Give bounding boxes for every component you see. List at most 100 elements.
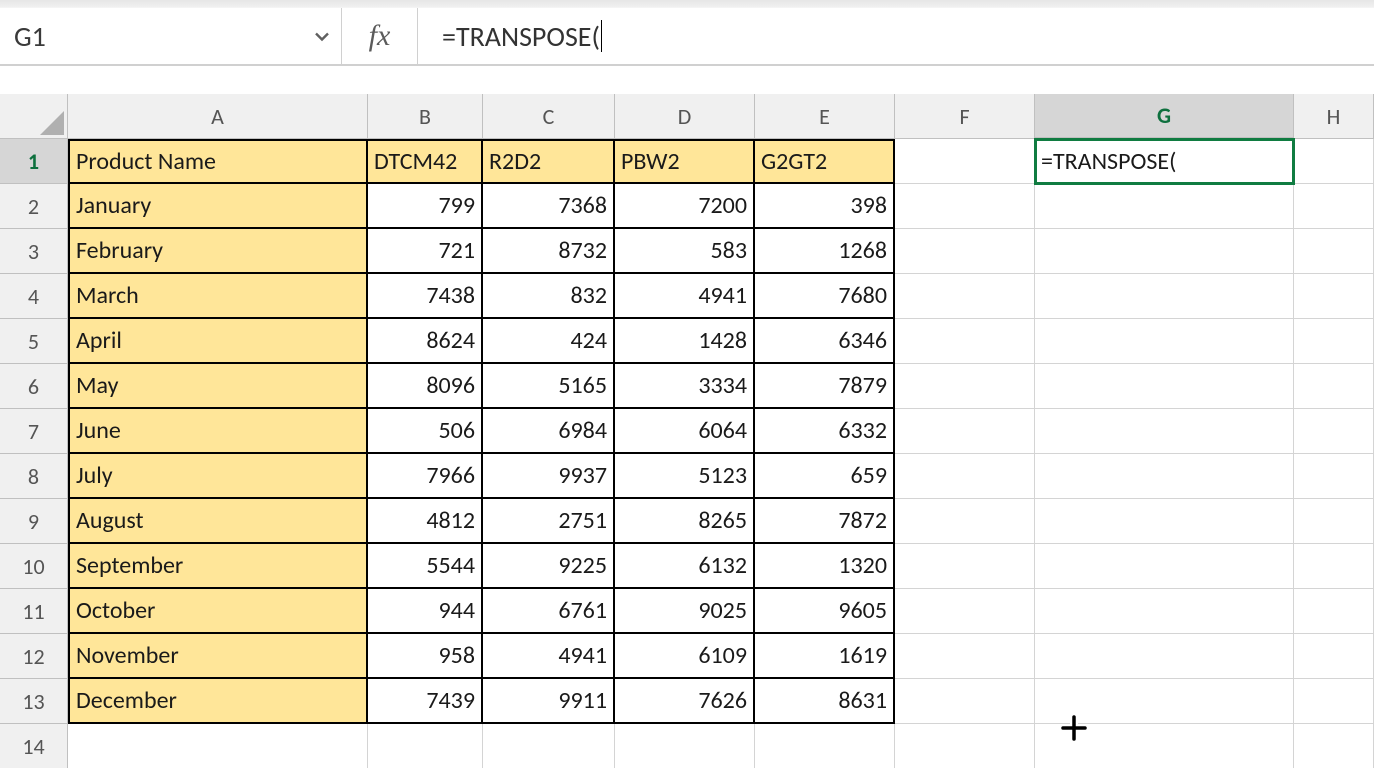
value-december-DTCM42[interactable]: 7439	[368, 679, 483, 724]
value-june-G2GT2[interactable]: 6332	[755, 409, 895, 454]
value-march-PBW2[interactable]: 4941	[615, 274, 755, 319]
cell-F12[interactable]	[895, 634, 1035, 679]
month-december[interactable]: December	[68, 679, 368, 724]
value-june-R2D2[interactable]: 6984	[483, 409, 615, 454]
cell-F1[interactable]	[895, 139, 1035, 184]
name-box-dropdown-icon[interactable]	[313, 19, 331, 54]
value-december-PBW2[interactable]: 7626	[615, 679, 755, 724]
value-october-DTCM42[interactable]: 944	[368, 589, 483, 634]
row-header-14[interactable]: 14	[0, 724, 68, 768]
month-september[interactable]: September	[68, 544, 368, 589]
cell-G4[interactable]	[1035, 274, 1294, 319]
value-july-R2D2[interactable]: 9937	[483, 454, 615, 499]
value-september-DTCM42[interactable]: 5544	[368, 544, 483, 589]
value-february-G2GT2[interactable]: 1268	[755, 229, 895, 274]
cell-F10[interactable]	[895, 544, 1035, 589]
value-november-DTCM42[interactable]: 958	[368, 634, 483, 679]
value-may-R2D2[interactable]: 5165	[483, 364, 615, 409]
cell-C14[interactable]	[483, 724, 615, 768]
value-august-G2GT2[interactable]: 7872	[755, 499, 895, 544]
value-august-R2D2[interactable]: 2751	[483, 499, 615, 544]
cell-G14[interactable]	[1035, 724, 1294, 768]
value-november-R2D2[interactable]: 4941	[483, 634, 615, 679]
value-september-R2D2[interactable]: 9225	[483, 544, 615, 589]
header-DTCM42[interactable]: DTCM42	[368, 139, 483, 184]
cell-H6[interactable]	[1294, 364, 1374, 409]
cell-G6[interactable]	[1035, 364, 1294, 409]
col-header-H[interactable]: H	[1294, 94, 1374, 139]
value-march-G2GT2[interactable]: 7680	[755, 274, 895, 319]
value-january-G2GT2[interactable]: 398	[755, 184, 895, 229]
value-may-PBW2[interactable]: 3334	[615, 364, 755, 409]
row-header-12[interactable]: 12	[0, 634, 68, 679]
row-header-4[interactable]: 4	[0, 274, 68, 319]
value-june-PBW2[interactable]: 6064	[615, 409, 755, 454]
value-december-R2D2[interactable]: 9911	[483, 679, 615, 724]
value-april-DTCM42[interactable]: 8624	[368, 319, 483, 364]
cell-F5[interactable]	[895, 319, 1035, 364]
value-november-G2GT2[interactable]: 1619	[755, 634, 895, 679]
cell-G7[interactable]	[1035, 409, 1294, 454]
value-december-G2GT2[interactable]: 8631	[755, 679, 895, 724]
cell-A14[interactable]	[68, 724, 368, 768]
col-header-A[interactable]: A	[68, 94, 368, 139]
value-july-G2GT2[interactable]: 659	[755, 454, 895, 499]
cell-F7[interactable]	[895, 409, 1035, 454]
active-cell-G1[interactable]: =TRANSPOSE(	[1035, 139, 1294, 184]
value-october-G2GT2[interactable]: 9605	[755, 589, 895, 634]
value-november-PBW2[interactable]: 6109	[615, 634, 755, 679]
month-january[interactable]: January	[68, 184, 368, 229]
value-august-PBW2[interactable]: 8265	[615, 499, 755, 544]
value-august-DTCM42[interactable]: 4812	[368, 499, 483, 544]
row-header-1[interactable]: 1	[0, 139, 68, 184]
cell-F8[interactable]	[895, 454, 1035, 499]
cell-H5[interactable]	[1294, 319, 1374, 364]
month-april[interactable]: April	[68, 319, 368, 364]
value-february-PBW2[interactable]: 583	[615, 229, 755, 274]
value-january-R2D2[interactable]: 7368	[483, 184, 615, 229]
formula-bar-input[interactable]: =TRANSPOSE(	[418, 8, 1374, 64]
row-header-6[interactable]: 6	[0, 364, 68, 409]
col-header-G[interactable]: G	[1035, 94, 1294, 139]
col-header-C[interactable]: C	[483, 94, 615, 139]
month-february[interactable]: February	[68, 229, 368, 274]
header-G2GT2[interactable]: G2GT2	[755, 139, 895, 184]
cell-F11[interactable]	[895, 589, 1035, 634]
select-all-corner[interactable]	[0, 94, 68, 139]
cell-H9[interactable]	[1294, 499, 1374, 544]
name-box[interactable]: G1	[0, 8, 342, 64]
value-october-R2D2[interactable]: 6761	[483, 589, 615, 634]
value-september-G2GT2[interactable]: 1320	[755, 544, 895, 589]
month-march[interactable]: March	[68, 274, 368, 319]
value-july-PBW2[interactable]: 5123	[615, 454, 755, 499]
value-june-DTCM42[interactable]: 506	[368, 409, 483, 454]
cell-H14[interactable]	[1294, 724, 1374, 768]
cell-H11[interactable]	[1294, 589, 1374, 634]
month-november[interactable]: November	[68, 634, 368, 679]
cell-G9[interactable]	[1035, 499, 1294, 544]
value-february-R2D2[interactable]: 8732	[483, 229, 615, 274]
value-july-DTCM42[interactable]: 7966	[368, 454, 483, 499]
cell-F9[interactable]	[895, 499, 1035, 544]
value-march-DTCM42[interactable]: 7438	[368, 274, 483, 319]
row-header-5[interactable]: 5	[0, 319, 68, 364]
row-header-10[interactable]: 10	[0, 544, 68, 589]
value-october-PBW2[interactable]: 9025	[615, 589, 755, 634]
value-january-PBW2[interactable]: 7200	[615, 184, 755, 229]
cell-G12[interactable]	[1035, 634, 1294, 679]
cell-H12[interactable]	[1294, 634, 1374, 679]
header-PBW2[interactable]: PBW2	[615, 139, 755, 184]
value-february-DTCM42[interactable]: 721	[368, 229, 483, 274]
col-header-B[interactable]: B	[368, 94, 483, 139]
cell-H3[interactable]	[1294, 229, 1374, 274]
header-product-name[interactable]: Product Name	[68, 139, 368, 184]
value-january-DTCM42[interactable]: 799	[368, 184, 483, 229]
cell-F3[interactable]	[895, 229, 1035, 274]
cell-G11[interactable]	[1035, 589, 1294, 634]
cell-F6[interactable]	[895, 364, 1035, 409]
value-april-G2GT2[interactable]: 6346	[755, 319, 895, 364]
row-header-13[interactable]: 13	[0, 679, 68, 724]
row-header-11[interactable]: 11	[0, 589, 68, 634]
header-R2D2[interactable]: R2D2	[483, 139, 615, 184]
cell-F13[interactable]	[895, 679, 1035, 724]
